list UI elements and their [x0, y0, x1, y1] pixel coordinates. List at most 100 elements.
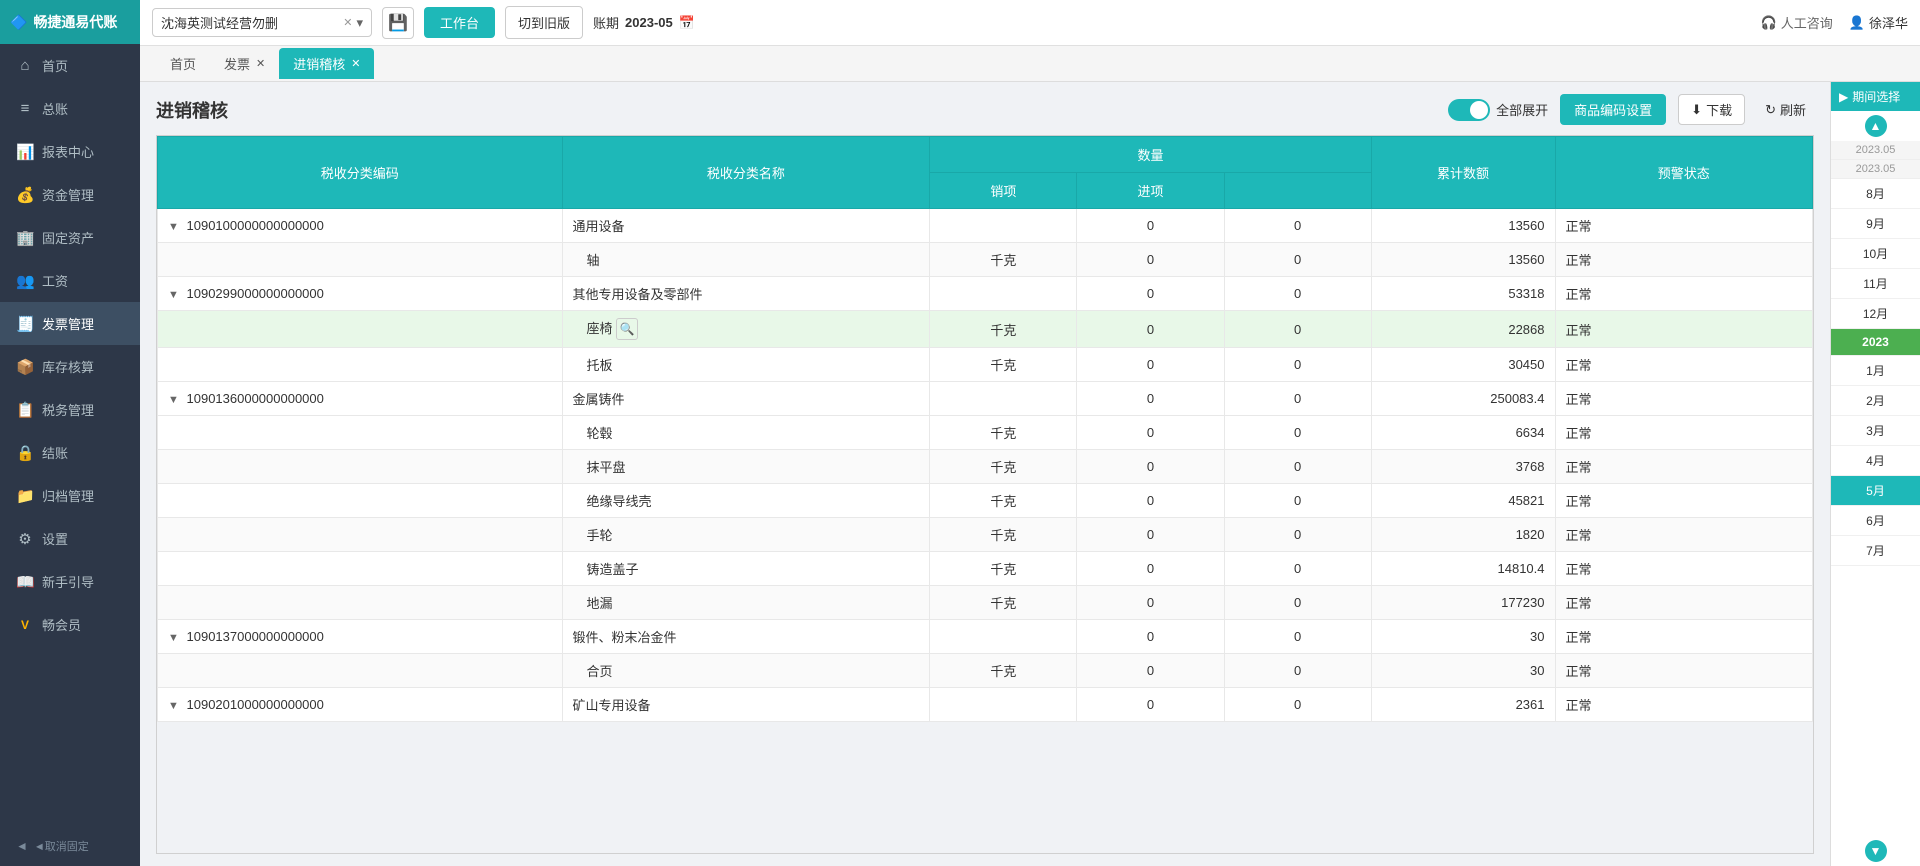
- right-panel: ▶ 期间选择 ▲ 2023.05 2023.05 8月 9月 10月 11月 1…: [1830, 82, 1920, 866]
- period-2[interactable]: 2月: [1831, 386, 1920, 416]
- save-button[interactable]: 💾: [382, 7, 414, 39]
- download-button[interactable]: ⬇ 下载: [1678, 94, 1745, 125]
- sidebar-item-invoice[interactable]: 🧾 发票管理: [0, 302, 140, 345]
- expand-all-toggle[interactable]: 全部展开: [1448, 99, 1548, 121]
- sidebar-item-member[interactable]: V 畅会员: [0, 603, 140, 646]
- period-1[interactable]: 1月: [1831, 356, 1920, 386]
- table-row: 绝缘导线壳 千克 0 0 45821 正常: [158, 484, 1813, 518]
- cell-code: [158, 654, 563, 688]
- expand-icon[interactable]: ▼: [168, 289, 179, 301]
- period-7[interactable]: 7月: [1831, 536, 1920, 566]
- period-year-2023[interactable]: 2023: [1831, 329, 1920, 356]
- company-selector[interactable]: 沈海英测试经营勿删 ✕ ▾: [152, 8, 372, 37]
- cell-name: 锻件、粉末冶金件: [562, 620, 930, 654]
- sidebar-item-home[interactable]: ⌂ 首页: [0, 44, 140, 87]
- toggle-switch[interactable]: [1448, 99, 1490, 121]
- expand-icon[interactable]: ▼: [168, 632, 179, 644]
- period-8[interactable]: 8月: [1831, 179, 1920, 209]
- reconcile-table: 税收分类编码 税收分类名称 数量 累计数额 预警状态 销项 进项: [157, 136, 1813, 722]
- cell-name: 金属铸件: [562, 382, 930, 416]
- cell-cumulative: 14810.4: [1371, 552, 1555, 586]
- th-tax-name: 税收分类名称: [562, 137, 930, 209]
- sidebar-item-assets[interactable]: 🏢 固定资产: [0, 216, 140, 259]
- cell-unit: [930, 688, 1077, 722]
- tab-reconcile[interactable]: 进销稽核 ✕: [279, 48, 374, 79]
- cell-unit: 千克: [930, 243, 1077, 277]
- period-5[interactable]: 5月: [1831, 476, 1920, 506]
- help-button[interactable]: 🎧 人工咨询: [1761, 13, 1833, 32]
- user-menu[interactable]: 👤 徐泽华: [1849, 13, 1908, 32]
- cell-sales: 0: [1077, 209, 1224, 243]
- period-3[interactable]: 3月: [1831, 416, 1920, 446]
- cell-cumulative: 45821: [1371, 484, 1555, 518]
- cell-name: 绝缘导线壳: [562, 484, 930, 518]
- old-version-button[interactable]: 切到旧版: [505, 6, 583, 39]
- sidebar-item-guide[interactable]: 📖 新手引导: [0, 560, 140, 603]
- download-icon: ⬇: [1691, 102, 1702, 118]
- sidebar-item-ledger[interactable]: ≡ 总账: [0, 87, 140, 130]
- sidebar-pin-toggle[interactable]: ◄ ◄取消固定: [0, 826, 140, 866]
- search-icon[interactable]: 🔍: [616, 318, 638, 340]
- cell-cumulative: 22868: [1371, 311, 1555, 348]
- payroll-icon: 👥: [16, 272, 34, 290]
- period-9[interactable]: 9月: [1831, 209, 1920, 239]
- expand-icon[interactable]: ▼: [168, 700, 179, 712]
- sidebar-item-inventory[interactable]: 📦 库存核算: [0, 345, 140, 388]
- sidebar-item-report[interactable]: 📊 报表中心: [0, 130, 140, 173]
- cell-sales: 0: [1077, 620, 1224, 654]
- cell-sales: 0: [1077, 654, 1224, 688]
- page-header: 进销稽核 全部展开 商品编码设置 ⬇ 下载 ↻ 刷新: [156, 94, 1814, 125]
- table-row: 座椅 🔍 千克 0 0 22868 正常: [158, 311, 1813, 348]
- cell-purchase: 0: [1224, 243, 1371, 277]
- cell-name: 抹平盘: [562, 450, 930, 484]
- period-display: 账期 2023-05 📅: [593, 13, 695, 32]
- home-icon: ⌂: [16, 57, 34, 74]
- cell-purchase: 0: [1224, 518, 1371, 552]
- app-logo: 🔷 畅捷通易代账: [0, 0, 140, 44]
- cell-code: ▼ 1090137000000000000: [158, 620, 563, 654]
- delete-company-icon[interactable]: ✕: [343, 16, 352, 29]
- sidebar-item-settings[interactable]: ⚙ 设置: [0, 517, 140, 560]
- cell-name: 通用设备: [562, 209, 930, 243]
- company-name: 沈海英测试经营勿删: [161, 13, 339, 32]
- sidebar-item-finance[interactable]: 💰 资金管理: [0, 173, 140, 216]
- period-12[interactable]: 12月: [1831, 299, 1920, 329]
- expand-icon[interactable]: ▼: [168, 221, 179, 233]
- sidebar-item-tax[interactable]: 📋 税务管理: [0, 388, 140, 431]
- refresh-button[interactable]: ↻ 刷新: [1757, 95, 1814, 124]
- tab-reconcile-label: 进销稽核: [293, 54, 345, 73]
- tab-invoice-close[interactable]: ✕: [256, 57, 265, 70]
- tab-reconcile-close[interactable]: ✕: [351, 57, 360, 70]
- table-body: ▼ 1090100000000000000 通用设备 0 0 13560 正常 …: [158, 209, 1813, 722]
- calendar-icon[interactable]: 📅: [679, 15, 695, 31]
- period-up-button[interactable]: ▲: [1865, 115, 1887, 137]
- pin-label: ◄取消固定: [34, 838, 89, 854]
- main-area: 沈海英测试经营勿删 ✕ ▾ 💾 工作台 切到旧版 账期 2023-05 📅 🎧 …: [140, 0, 1920, 866]
- period-6[interactable]: 6月: [1831, 506, 1920, 536]
- cell-status: 正常: [1555, 586, 1813, 620]
- tab-home[interactable]: 首页: [156, 48, 210, 79]
- cell-cumulative: 30: [1371, 654, 1555, 688]
- expand-icon[interactable]: ▼: [168, 394, 179, 406]
- cell-unit: [930, 277, 1077, 311]
- table-row: 地漏 千克 0 0 177230 正常: [158, 586, 1813, 620]
- period-11[interactable]: 11月: [1831, 269, 1920, 299]
- ledger-icon: ≡: [16, 100, 34, 117]
- workbench-button[interactable]: 工作台: [424, 7, 495, 38]
- sidebar-item-closing[interactable]: 🔒 结账: [0, 431, 140, 474]
- sidebar-item-archive[interactable]: 📁 归档管理: [0, 474, 140, 517]
- inventory-icon: 📦: [16, 358, 34, 376]
- cell-code: ▼ 1090136000000000000: [158, 382, 563, 416]
- dropdown-icon[interactable]: ▾: [356, 15, 363, 31]
- settings-icon: ⚙: [16, 530, 34, 548]
- sidebar-item-payroll[interactable]: 👥 工资: [0, 259, 140, 302]
- table-row: 托板 千克 0 0 30450 正常: [158, 348, 1813, 382]
- product-code-button[interactable]: 商品编码设置: [1560, 94, 1666, 125]
- period-down-button[interactable]: ▼: [1865, 840, 1887, 862]
- cell-status: 正常: [1555, 209, 1813, 243]
- period-10[interactable]: 10月: [1831, 239, 1920, 269]
- period-4[interactable]: 4月: [1831, 446, 1920, 476]
- tab-home-label: 首页: [170, 57, 196, 72]
- tab-invoice[interactable]: 发票 ✕: [210, 48, 279, 79]
- table-row: ▼ 1090136000000000000 金属铸件 0 0 250083.4 …: [158, 382, 1813, 416]
